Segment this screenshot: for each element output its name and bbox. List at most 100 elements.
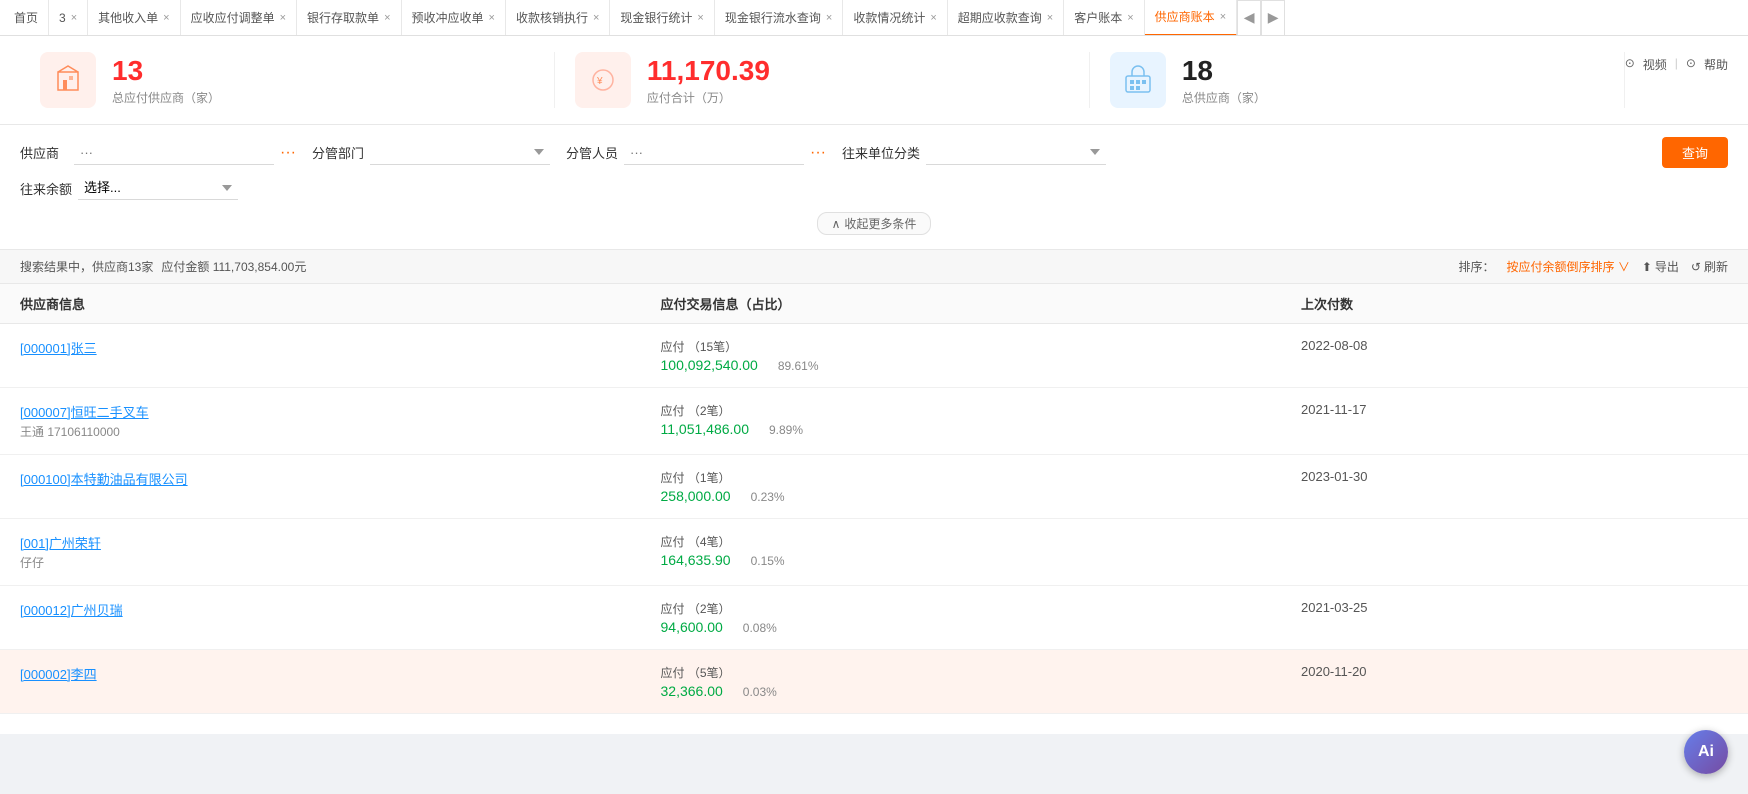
transaction-label-5: 应付 （2笔） bbox=[661, 600, 1302, 617]
video-link[interactable]: 视频 bbox=[1643, 56, 1667, 73]
filter-row-1: 供应商 ··· 分管部门 分管人员 ··· 往来单位分类 查询 bbox=[20, 137, 1728, 168]
nav-tab-prepay-charge-close[interactable]: × bbox=[489, 12, 495, 24]
nav-tab-cash-bank-stat[interactable]: 现金银行统计 × bbox=[610, 0, 714, 36]
total-supplier-icon bbox=[1110, 52, 1166, 108]
transaction-label-1: 应付 （15笔） bbox=[661, 338, 1302, 355]
supplier-filter-input[interactable] bbox=[74, 141, 274, 165]
filter-row-2: 往来余额 选择... bbox=[20, 176, 1728, 200]
table-row: [000001]张三 应付 （15笔） 100,092,540.00 89.61… bbox=[0, 324, 1748, 388]
export-icon: ⬆ bbox=[1642, 260, 1652, 274]
supplier-link-5[interactable]: [000012]广州贝瑞 bbox=[20, 603, 123, 618]
person-filter-input[interactable] bbox=[624, 141, 804, 165]
nav-tab-prepay-charge[interactable]: 预收冲应收单 × bbox=[402, 0, 506, 36]
ai-assistant-badge[interactable]: Ai bbox=[1684, 730, 1728, 774]
dept-filter-select[interactable] bbox=[370, 141, 550, 165]
nav-tab-supplier-book[interactable]: 供应商账本 × bbox=[1145, 0, 1237, 36]
nav-tab-cash-bank-stat-label: 现金银行统计 bbox=[620, 9, 692, 26]
transaction-amount-3: 258,000.00 bbox=[661, 488, 731, 504]
transaction-percent-5: 0.08% bbox=[743, 621, 777, 635]
svg-text:¥: ¥ bbox=[596, 76, 603, 87]
nav-prev-arrow[interactable]: ◀ bbox=[1237, 0, 1261, 36]
supplier-info-4: [001]广州荣轩 仔仔 bbox=[20, 533, 661, 571]
nav-tab-supplier-book-label: 供应商账本 bbox=[1155, 8, 1215, 25]
transaction-info-6: 应付 （5笔） 32,366.00 0.03% bbox=[661, 664, 1302, 699]
summary-card3-content: 18 总供应商（家） bbox=[1182, 54, 1604, 107]
category-filter-label: 往来单位分类 bbox=[842, 143, 920, 162]
nav-tab-customer-book[interactable]: 客户账本 × bbox=[1064, 0, 1144, 36]
transaction-label-3: 应付 （1笔） bbox=[661, 469, 1302, 486]
table-row: [000012]广州贝瑞 应付 （2笔） 94,600.00 0.08% 202… bbox=[0, 586, 1748, 650]
supplier-link-3[interactable]: [000100]本特勤油品有限公司 bbox=[20, 472, 188, 487]
result-bar-right: 排序： 按应付余额倒序排序 ∨ ⬆ 导出 ↺ 刷新 bbox=[1458, 258, 1728, 275]
summary-card2-content: 11,170.39 应付合计（万） bbox=[647, 54, 1069, 107]
collapse-button[interactable]: ∧ 收起更多条件 bbox=[817, 212, 932, 235]
link-divider: | bbox=[1675, 56, 1678, 70]
nav-tab-cash-bank-flow-label: 现金银行流水查询 bbox=[725, 9, 821, 26]
nav-tab-payment-verify-close[interactable]: × bbox=[593, 12, 599, 24]
nav-tab-overdue-ar[interactable]: 超期应收款查询 × bbox=[948, 0, 1064, 36]
table-row: [000002]李四 应付 （5笔） 32,366.00 0.03% 2020-… bbox=[0, 650, 1748, 714]
summary-card-total-suppliers: 18 总供应商（家） bbox=[1090, 52, 1625, 108]
nav-tab-ar-ap-adjust[interactable]: 应收应付调整单 × bbox=[181, 0, 297, 36]
nav-tab-3[interactable]: 3 × bbox=[49, 0, 88, 36]
nav-tab-other-income-close[interactable]: × bbox=[163, 12, 169, 24]
filter-item-category: 往来单位分类 bbox=[842, 141, 1106, 165]
nav-tab-payment-stat[interactable]: 收款情况统计 × bbox=[843, 0, 947, 36]
supplier-info-6: [000002]李四 bbox=[20, 664, 661, 683]
nav-tab-overdue-ar-close[interactable]: × bbox=[1047, 12, 1053, 24]
export-label: 导出 bbox=[1655, 258, 1679, 275]
nav-tab-cash-bank-flow-close[interactable]: × bbox=[826, 12, 832, 24]
summary-card-payable-total: ¥ 11,170.39 应付合计（万） bbox=[555, 52, 1090, 108]
supplier-info-2: [000007]恒旺二手叉车 王通 17106110000 bbox=[20, 402, 661, 440]
nav-tab-customer-book-close[interactable]: × bbox=[1127, 12, 1133, 24]
payable-supplier-label: 总应付供应商（家） bbox=[112, 89, 534, 106]
supplier-link-4[interactable]: [001]广州荣轩 bbox=[20, 536, 101, 551]
result-prefix: 搜索结果中，供应商13家 bbox=[20, 258, 153, 275]
nav-tab-other-income[interactable]: 其他收入单 × bbox=[88, 0, 180, 36]
nav-tab-3-close[interactable]: × bbox=[71, 12, 77, 24]
supplier-link-6[interactable]: [000002]李四 bbox=[20, 667, 97, 682]
nav-next-arrow[interactable]: ▶ bbox=[1261, 0, 1285, 36]
table-row: [000007]恒旺二手叉车 王通 17106110000 应付 （2笔） 11… bbox=[0, 388, 1748, 455]
nav-tab-ar-ap-adjust-label: 应收应付调整单 bbox=[191, 9, 275, 26]
payable-supplier-icon bbox=[40, 52, 96, 108]
col-header-transaction: 应付交易信息（占比） bbox=[661, 294, 1302, 313]
refresh-button[interactable]: ↺ 刷新 bbox=[1691, 258, 1728, 275]
sort-select[interactable]: 按应付余额倒序排序 ∨ bbox=[1506, 258, 1629, 275]
sort-arrow: ∨ bbox=[1618, 260, 1630, 274]
person-filter-dots[interactable]: ··· bbox=[810, 144, 826, 162]
nav-tab-ar-ap-adjust-close[interactable]: × bbox=[280, 12, 286, 24]
supplier-filter-dots[interactable]: ··· bbox=[280, 144, 296, 162]
help-link[interactable]: 帮助 bbox=[1704, 56, 1728, 73]
export-button[interactable]: ⬆ 导出 bbox=[1642, 258, 1679, 275]
category-filter-select[interactable] bbox=[926, 141, 1106, 165]
nav-tab-home[interactable]: 首页 bbox=[4, 0, 49, 36]
nav-tab-home-label: 首页 bbox=[14, 9, 38, 26]
nav-tab-bank-deposit-close[interactable]: × bbox=[384, 12, 390, 24]
balance-filter-select[interactable]: 选择... bbox=[78, 176, 238, 200]
supplier-sub-4: 仔仔 bbox=[20, 554, 661, 571]
supplier-link-1[interactable]: [000001]张三 bbox=[20, 341, 97, 356]
payable-total-icon: ¥ bbox=[575, 52, 631, 108]
transaction-amount-1: 100,092,540.00 bbox=[661, 357, 758, 373]
person-filter-label: 分管人员 bbox=[566, 143, 618, 162]
transaction-amount-2: 11,051,486.00 bbox=[661, 421, 750, 437]
nav-tab-cash-bank-stat-close[interactable]: × bbox=[697, 12, 703, 24]
transaction-percent-2: 9.89% bbox=[769, 423, 803, 437]
search-button[interactable]: 查询 bbox=[1662, 137, 1728, 168]
sort-value: 按应付余额倒序排序 bbox=[1506, 260, 1614, 274]
transaction-label-2: 应付 （2笔） bbox=[661, 402, 1302, 419]
summary-card-payable-suppliers: 13 总应付供应商（家） bbox=[20, 52, 555, 108]
nav-tab-supplier-book-close[interactable]: × bbox=[1220, 11, 1226, 23]
refresh-icon: ↺ bbox=[1691, 260, 1701, 274]
nav-tab-payment-stat-close[interactable]: × bbox=[930, 12, 936, 24]
nav-tab-bank-deposit[interactable]: 银行存取款单 × bbox=[297, 0, 401, 36]
table-area: 供应商信息 应付交易信息（占比） 上次付数 [000001]张三 应付 （15笔… bbox=[0, 284, 1748, 734]
last-payment-6: 2020-11-20 bbox=[1301, 664, 1728, 679]
transaction-info-3: 应付 （1笔） 258,000.00 0.23% bbox=[661, 469, 1302, 504]
supplier-link-2[interactable]: [000007]恒旺二手叉车 bbox=[20, 405, 149, 420]
nav-tab-cash-bank-flow[interactable]: 现金银行流水查询 × bbox=[715, 0, 843, 36]
transaction-amount-6: 32,366.00 bbox=[661, 683, 723, 699]
nav-tab-payment-verify[interactable]: 收款核销执行 × bbox=[506, 0, 610, 36]
col-header-last-payment: 上次付数 bbox=[1301, 294, 1728, 313]
